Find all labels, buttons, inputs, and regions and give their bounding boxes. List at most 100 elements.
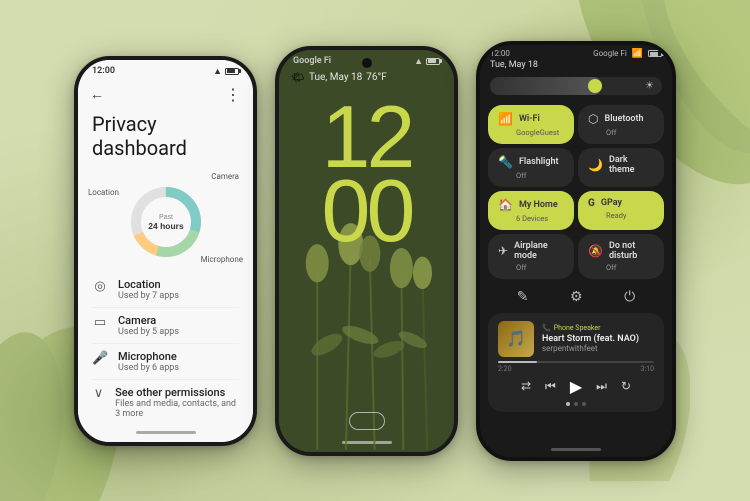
media-progress: 2:20 3:10 bbox=[498, 361, 654, 373]
wifi-icon: 📶 bbox=[498, 112, 513, 126]
big-clock: 12 00 bbox=[279, 90, 454, 250]
signal-icon-left: ▲ bbox=[213, 66, 222, 77]
qs-tile-airplane[interactable]: ✈ Airplane mode Off bbox=[488, 234, 574, 279]
qs-topbar: 12:00 Google Fi 📶 Tue, May 18 bbox=[480, 45, 672, 75]
battery-icon-left bbox=[225, 68, 239, 75]
home-indicator-left bbox=[136, 431, 196, 434]
phones-container: 12:00 ▲ ← ⋮ Privacy dashboard bbox=[74, 41, 676, 461]
qs-tile-myhome[interactable]: 🏠 My Home 6 Devices bbox=[488, 191, 574, 230]
media-player: 🎵 📞 Phone Speaker Heart Storm (feat. NAO… bbox=[488, 313, 664, 412]
next-button[interactable]: ⏭ bbox=[596, 379, 607, 394]
progress-current: 2:20 bbox=[498, 365, 512, 373]
home-pill[interactable] bbox=[349, 412, 385, 430]
brightness-control: ☀ bbox=[480, 75, 672, 101]
qs-tile-gpay[interactable]: G GPay Ready bbox=[578, 191, 664, 230]
more-button[interactable]: ⋮ bbox=[225, 85, 241, 104]
qs-tile-dnd-top: 🔕 Do not disturb bbox=[588, 241, 654, 261]
punch-hole bbox=[362, 58, 372, 68]
media-title: Heart Storm (feat. NAO) bbox=[542, 334, 654, 345]
qs-dnd-name: Do not disturb bbox=[609, 241, 654, 261]
status-bar-left: 12:00 ▲ bbox=[78, 60, 253, 79]
edit-icon[interactable]: ✎ bbox=[517, 289, 529, 305]
qs-airplane-sub: Off bbox=[516, 263, 564, 272]
donut-svg: Past 24 hours bbox=[111, 172, 221, 262]
qs-bluetooth-name: Bluetooth bbox=[604, 114, 643, 124]
phone-quicksettings: 12:00 Google Fi 📶 Tue, May 18 ☀ bbox=[476, 41, 676, 461]
qs-tile-airplane-top: ✈ Airplane mode bbox=[498, 241, 564, 261]
privacy-screen: 12:00 ▲ ← ⋮ Privacy dashboard bbox=[78, 60, 253, 442]
qs-tile-dnd[interactable]: 🔕 Do not disturb Off bbox=[578, 234, 664, 279]
camera-label: Camera bbox=[211, 172, 239, 181]
privacy-item-location[interactable]: ◎ Location Used by 7 apps bbox=[92, 272, 239, 308]
dnd-icon: 🔕 bbox=[588, 244, 603, 258]
media-info: 📞 Phone Speaker Heart Storm (feat. NAO) … bbox=[542, 324, 654, 354]
status-icons-left: ▲ bbox=[213, 66, 239, 77]
power-icon[interactable]: ⏻ bbox=[624, 289, 635, 305]
qs-app-name: Google Fi bbox=[593, 49, 627, 58]
settings-icon[interactable]: ⚙ bbox=[570, 289, 583, 305]
camera-sub: Used by 5 apps bbox=[118, 327, 179, 337]
qs-airplane-name: Airplane mode bbox=[514, 241, 564, 261]
qs-battery-icon bbox=[648, 50, 662, 57]
qs-date: Tue, May 18 bbox=[490, 59, 662, 73]
bluetooth-icon: ⬡ bbox=[588, 112, 598, 126]
qs-dnd-sub: Off bbox=[606, 263, 654, 272]
shuffle-button[interactable]: ⇄ bbox=[521, 379, 531, 393]
status-time-left: 12:00 bbox=[92, 66, 115, 76]
signal-icon-center: ▲ bbox=[414, 56, 423, 67]
camera-text: Camera Used by 5 apps bbox=[118, 314, 179, 337]
repeat-button[interactable]: ↻ bbox=[621, 379, 631, 393]
gpay-icon: G bbox=[588, 198, 595, 209]
see-perms-sub: Files and media, contacts, and 3 more bbox=[115, 399, 239, 419]
app-name-center: Google Fi bbox=[293, 56, 331, 66]
clock-min: 00 bbox=[322, 161, 412, 260]
privacy-title: Privacy dashboard bbox=[78, 108, 253, 168]
weather-icon: 🌤 bbox=[291, 71, 305, 84]
see-other-permissions[interactable]: ∨ See other permissions Files and media,… bbox=[92, 380, 239, 425]
qs-status-icons: Google Fi 📶 bbox=[593, 49, 662, 59]
privacy-item-camera[interactable]: ▭ Camera Used by 5 apps bbox=[92, 308, 239, 344]
qs-tile-wifi[interactable]: 📶 Wi-Fi GoogleGuest bbox=[488, 105, 574, 144]
dark-theme-icon: 🌙 bbox=[588, 158, 603, 172]
media-artist: serpentwithfeet bbox=[542, 344, 654, 353]
location-text: Location Used by 7 apps bbox=[118, 278, 179, 301]
privacy-item-microphone[interactable]: 🎤 Microphone Used by 6 apps bbox=[92, 344, 239, 380]
progress-track[interactable] bbox=[498, 361, 654, 363]
wifi-signal-icon: 📶 bbox=[632, 49, 643, 59]
phone-speaker-icon: 📞 bbox=[542, 324, 551, 332]
qs-gpay-sub: Ready bbox=[606, 211, 654, 220]
see-perms-name: See other permissions bbox=[115, 386, 239, 399]
qs-tile-bluetooth[interactable]: ⬡ Bluetooth Off bbox=[578, 105, 664, 144]
microphone-label: Microphone bbox=[201, 255, 243, 264]
media-page-dots bbox=[498, 402, 654, 406]
microphone-sub: Used by 6 apps bbox=[118, 363, 179, 373]
clock-temp: 76°F bbox=[366, 72, 387, 83]
media-top: 🎵 📞 Phone Speaker Heart Storm (feat. NAO… bbox=[498, 321, 654, 357]
location-sub: Used by 7 apps bbox=[118, 291, 179, 301]
qs-tile-myhome-top: 🏠 My Home bbox=[498, 198, 564, 212]
flashlight-icon: 🔦 bbox=[498, 155, 513, 169]
media-app-label: 📞 Phone Speaker bbox=[542, 324, 654, 332]
privacy-topbar: ← ⋮ bbox=[78, 79, 253, 108]
play-button[interactable]: ▶ bbox=[570, 377, 582, 396]
brightness-track[interactable]: ☀ bbox=[490, 77, 662, 95]
location-icon: ◎ bbox=[92, 279, 108, 294]
qs-tile-flashlight[interactable]: 🔦 Flashlight Off bbox=[488, 148, 574, 187]
donut-chart-area: Past 24 hours Camera Location Microphone bbox=[78, 168, 253, 268]
back-button[interactable]: ← bbox=[90, 86, 104, 103]
privacy-list: ◎ Location Used by 7 apps ▭ Camera Used … bbox=[78, 268, 253, 429]
qs-tile-darktheme[interactable]: 🌙 Dark theme bbox=[578, 148, 664, 187]
battery-icon-center bbox=[426, 58, 440, 65]
see-perms-text: See other permissions Files and media, c… bbox=[115, 386, 239, 419]
home-icon: 🏠 bbox=[498, 198, 513, 212]
qs-gpay-name: GPay bbox=[601, 198, 622, 208]
brightness-fill bbox=[490, 77, 602, 95]
home-indicator-right bbox=[551, 448, 601, 451]
qs-myhome-name: My Home bbox=[519, 200, 558, 210]
progress-fill bbox=[498, 361, 537, 363]
qs-tile-bluetooth-top: ⬡ Bluetooth bbox=[588, 112, 654, 126]
prev-button[interactable]: ⏮ bbox=[545, 379, 556, 394]
album-art: 🎵 bbox=[498, 321, 534, 357]
camera-name: Camera bbox=[118, 314, 179, 327]
qs-tile-gpay-top: G GPay bbox=[588, 198, 654, 209]
